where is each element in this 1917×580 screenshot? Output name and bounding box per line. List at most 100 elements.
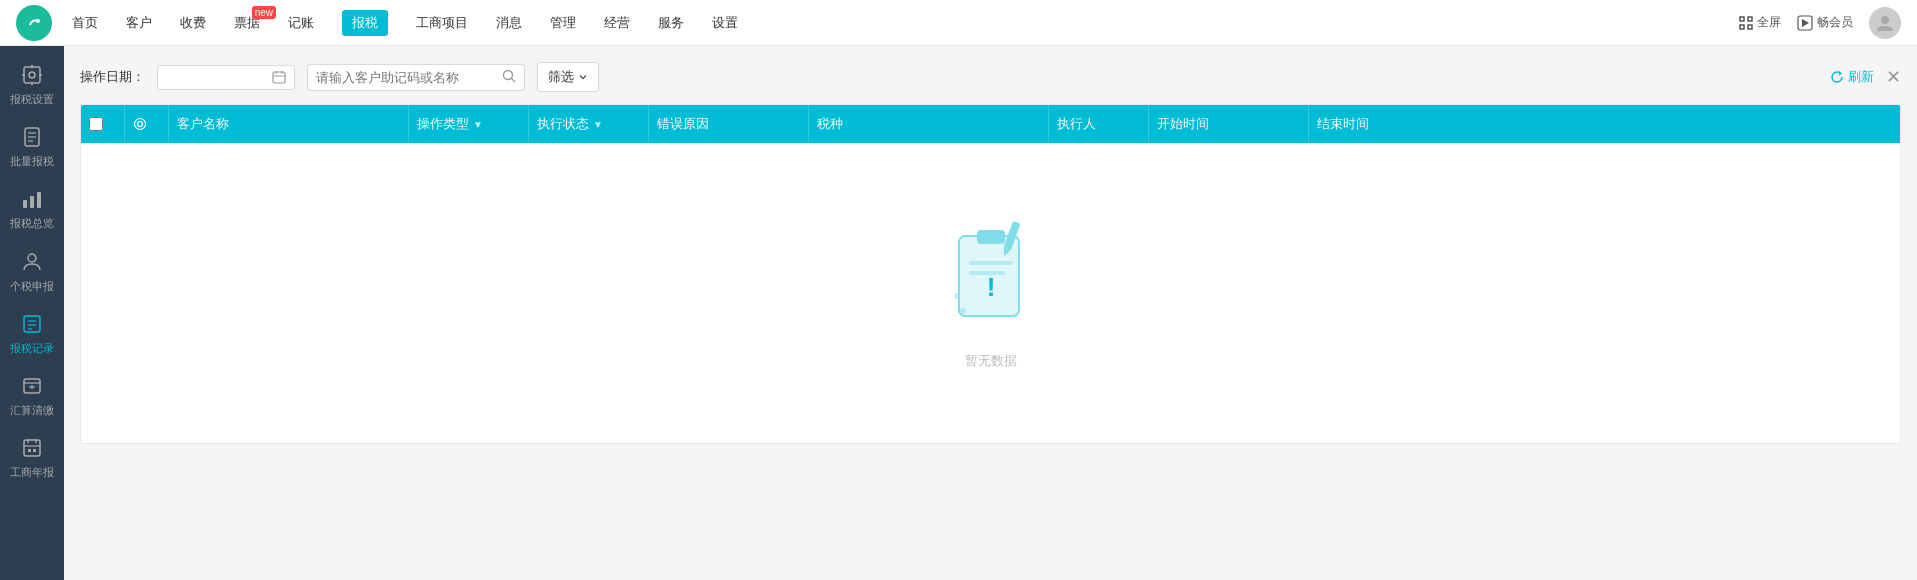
svg-marker-43 <box>1839 71 1842 76</box>
svg-rect-4 <box>1740 25 1744 29</box>
svg-rect-3 <box>1748 17 1752 21</box>
app-logo <box>16 5 52 41</box>
chevron-down-icon <box>578 72 588 82</box>
search-icon[interactable] <box>502 69 516 86</box>
sidebar-item-settlement[interactable]: 汇算清缴 <box>0 365 64 427</box>
svg-point-54 <box>955 294 959 298</box>
svg-rect-35 <box>28 449 31 452</box>
th-error-reason: 错误原因 <box>649 105 809 143</box>
nav-accounting[interactable]: 记账 <box>288 14 314 32</box>
svg-rect-47 <box>977 230 1005 244</box>
close-button[interactable]: ✕ <box>1886 68 1901 86</box>
th-start-time: 开始时间 <box>1149 105 1309 143</box>
svg-point-44 <box>138 122 143 127</box>
svg-rect-48 <box>969 261 1013 265</box>
toolbar-right: 刷新 ✕ <box>1830 68 1901 86</box>
toolbar: 操作日期： 2023-06-06 筛选 <box>80 62 1901 92</box>
tax-overview-icon <box>21 188 43 213</box>
new-badge: new <box>252 6 276 19</box>
nav-settings[interactable]: 设置 <box>712 14 738 32</box>
sidebar-label-batch-tax: 批量报税 <box>10 155 54 168</box>
svg-rect-5 <box>1748 25 1752 29</box>
nav-ticket[interactable]: 票据 new <box>234 14 260 32</box>
th-executor: 执行人 <box>1049 105 1149 143</box>
th-tax-type: 税种 <box>809 105 1049 143</box>
svg-rect-21 <box>37 192 41 208</box>
sidebar-item-tax-record[interactable]: 报税记录 <box>0 303 64 365</box>
svg-rect-2 <box>1740 17 1744 21</box>
svg-rect-20 <box>30 196 34 208</box>
nav-business[interactable]: 工商项目 <box>416 14 468 32</box>
settlement-icon <box>21 375 43 400</box>
date-label: 操作日期： <box>80 68 145 86</box>
date-picker[interactable]: 2023-06-06 <box>157 65 295 90</box>
nav-operation[interactable]: 经营 <box>604 14 630 32</box>
search-box[interactable] <box>307 64 525 91</box>
sidebar-label-tax-settings: 报税设置 <box>10 93 54 106</box>
svg-point-22 <box>28 254 36 262</box>
top-right-actions: 全屏 畅会员 <box>1739 7 1901 39</box>
th-end-time: 结束时间 <box>1309 105 1449 143</box>
settings-icon <box>133 117 147 131</box>
sidebar-label-personal-tax: 个税申报 <box>10 280 54 293</box>
svg-point-0 <box>24 13 44 33</box>
svg-rect-19 <box>23 200 27 208</box>
nav-items: 首页 客户 收费 票据 new 记账 报税 工商项目 消息 管理 经营 服务 设… <box>72 10 1739 36</box>
svg-point-1 <box>36 19 40 23</box>
th-checkbox[interactable] <box>81 105 125 143</box>
sidebar: 报税设置 批量报税 报税总览 个税 <box>0 46 64 580</box>
nav-fee[interactable]: 收费 <box>180 14 206 32</box>
refresh-icon <box>1830 70 1844 84</box>
sidebar-item-annual-report[interactable]: 工商年报 <box>0 427 64 489</box>
nav-tax[interactable]: 报税 <box>342 10 388 36</box>
svg-rect-36 <box>33 449 36 452</box>
th-settings[interactable] <box>125 105 169 143</box>
nav-message[interactable]: 消息 <box>496 14 522 32</box>
svg-point-53 <box>960 308 966 314</box>
sidebar-item-personal-tax[interactable]: 个税申报 <box>0 241 64 303</box>
svg-point-41 <box>504 70 513 79</box>
nav-home[interactable]: 首页 <box>72 14 98 32</box>
sidebar-label-tax-overview: 报税总览 <box>10 217 54 230</box>
empty-illustration: ! <box>941 216 1041 336</box>
svg-point-45 <box>135 119 146 130</box>
personal-tax-icon <box>21 251 43 276</box>
sidebar-label-annual-report: 工商年报 <box>10 466 54 479</box>
sidebar-item-batch-tax[interactable]: 批量报税 <box>0 116 64 178</box>
svg-rect-23 <box>24 316 40 332</box>
th-operation-type[interactable]: 操作类型 ▼ <box>409 105 529 143</box>
table-body: ! 暂无数据 <box>81 143 1900 443</box>
sidebar-label-settlement: 汇算清缴 <box>10 404 54 417</box>
sidebar-item-tax-overview[interactable]: 报税总览 <box>0 178 64 240</box>
nav-customer[interactable]: 客户 <box>126 14 152 32</box>
user-avatar[interactable] <box>1869 7 1901 39</box>
table-header: 客户名称 操作类型 ▼ 执行状态 ▼ 错误原因 税种 执行人 开始时间 <box>81 105 1900 143</box>
refresh-button[interactable]: 刷新 <box>1830 68 1874 86</box>
svg-point-10 <box>29 72 35 78</box>
svg-rect-31 <box>24 440 40 456</box>
play-icon <box>1797 15 1813 31</box>
nav-manage[interactable]: 管理 <box>550 14 576 32</box>
empty-state: ! 暂无数据 <box>941 216 1041 370</box>
fullscreen-button[interactable]: 全屏 <box>1739 14 1781 31</box>
fullscreen-icon <box>1739 16 1753 30</box>
nav-service[interactable]: 服务 <box>658 14 684 32</box>
tax-settings-icon <box>21 64 43 89</box>
th-exec-status[interactable]: 执行状态 ▼ <box>529 105 649 143</box>
svg-point-8 <box>1881 16 1889 24</box>
data-table: 客户名称 操作类型 ▼ 执行状态 ▼ 错误原因 税种 执行人 开始时间 <box>80 104 1901 444</box>
filter-button[interactable]: 筛选 <box>537 62 599 92</box>
top-navigation: 首页 客户 收费 票据 new 记账 报税 工商项目 消息 管理 经营 服务 设… <box>0 0 1917 46</box>
date-input[interactable]: 2023-06-06 <box>166 70 266 85</box>
annual-report-icon <box>21 437 43 462</box>
svg-rect-9 <box>24 67 40 83</box>
search-input[interactable] <box>316 70 496 85</box>
calendar-icon <box>272 70 286 84</box>
member-button[interactable]: 畅会员 <box>1797 14 1853 31</box>
svg-text:!: ! <box>986 272 995 302</box>
sidebar-item-tax-settings[interactable]: 报税设置 <box>0 54 64 116</box>
main-content: 操作日期： 2023-06-06 筛选 <box>64 46 1917 580</box>
svg-line-42 <box>512 78 516 82</box>
th-customer-name: 客户名称 <box>169 105 409 143</box>
select-all-checkbox[interactable] <box>89 117 103 131</box>
